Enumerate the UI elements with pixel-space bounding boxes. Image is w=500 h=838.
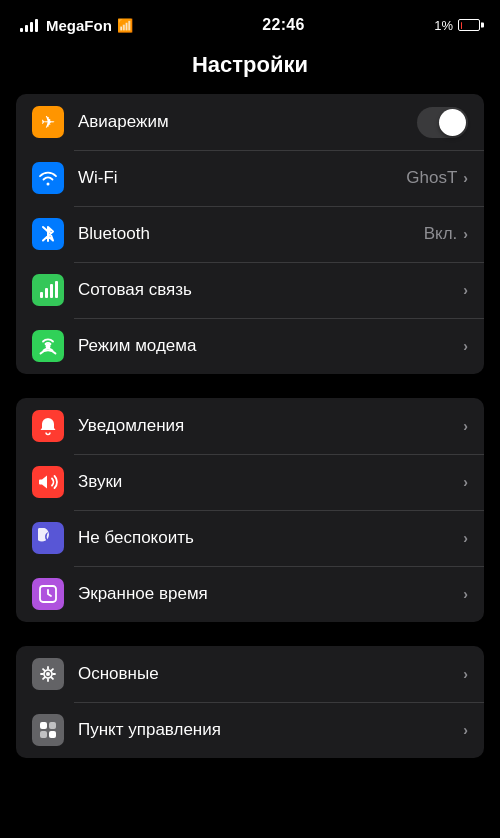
control-center-icon	[32, 714, 64, 746]
settings-item-dnd[interactable]: Не беспокоить ›	[16, 510, 484, 566]
bluetooth-chevron: ›	[463, 226, 468, 242]
airplane-label: Авиарежим	[78, 112, 417, 132]
sounds-chevron: ›	[463, 474, 468, 490]
general-chevron: ›	[463, 666, 468, 682]
airplane-toggle-knob	[439, 109, 466, 136]
svg-rect-2	[50, 284, 53, 298]
notifications-chevron: ›	[463, 418, 468, 434]
settings-item-control-center[interactable]: Пункт управления ›	[16, 702, 484, 758]
signal-bar-2	[25, 25, 28, 32]
status-time: 22:46	[262, 16, 304, 34]
wifi-icon	[32, 162, 64, 194]
settings-item-hotspot[interactable]: Режим модема ›	[16, 318, 484, 374]
general-icon	[32, 658, 64, 690]
svg-rect-10	[40, 731, 47, 738]
settings-item-airplane[interactable]: ✈ Авиарежим	[16, 94, 484, 150]
svg-rect-9	[49, 722, 56, 729]
bluetooth-label: Bluetooth	[78, 224, 424, 244]
signal-bars	[20, 19, 38, 32]
svg-rect-11	[49, 731, 56, 738]
svg-point-6	[46, 672, 50, 676]
signal-bar-4	[35, 19, 38, 32]
settings-item-general[interactable]: Основные ›	[16, 646, 484, 702]
hotspot-label: Режим модема	[78, 336, 463, 356]
settings-item-cellular[interactable]: Сотовая связь ›	[16, 262, 484, 318]
screentime-icon	[32, 578, 64, 610]
airplane-icon: ✈	[32, 106, 64, 138]
notifications-icon	[32, 410, 64, 442]
wifi-chevron: ›	[463, 170, 468, 186]
settings-item-notifications[interactable]: Уведомления ›	[16, 398, 484, 454]
bluetooth-value: Вкл.	[424, 224, 458, 244]
status-left: MegaFon 📶	[20, 17, 133, 34]
sounds-label: Звуки	[78, 472, 463, 492]
group-gap-1	[0, 382, 500, 398]
status-bar: MegaFon 📶 22:46 1%	[0, 0, 500, 44]
battery-percent: 1%	[434, 18, 453, 33]
status-right: 1%	[434, 18, 480, 33]
cellular-chevron: ›	[463, 282, 468, 298]
settings-group-notifications: Уведомления › Звуки › Не беспокоить ›	[16, 398, 484, 622]
control-center-chevron: ›	[463, 722, 468, 738]
bluetooth-icon	[32, 218, 64, 250]
settings-item-bluetooth[interactable]: Bluetooth Вкл. ›	[16, 206, 484, 262]
wifi-value: GhosT	[406, 168, 457, 188]
cellular-icon	[32, 274, 64, 306]
hotspot-chevron: ›	[463, 338, 468, 354]
svg-rect-3	[55, 281, 58, 298]
group-gap-2	[0, 630, 500, 646]
wifi-label: Wi-Fi	[78, 168, 406, 188]
settings-item-wifi[interactable]: Wi-Fi GhosT ›	[16, 150, 484, 206]
dnd-icon	[32, 522, 64, 554]
page-title: Настройки	[0, 44, 500, 94]
airplane-toggle[interactable]	[417, 107, 468, 138]
control-center-label: Пункт управления	[78, 720, 463, 740]
svg-rect-8	[40, 722, 47, 729]
sounds-icon	[32, 466, 64, 498]
notifications-label: Уведомления	[78, 416, 463, 436]
screentime-chevron: ›	[463, 586, 468, 602]
dnd-chevron: ›	[463, 530, 468, 546]
signal-bar-1	[20, 28, 23, 32]
settings-item-screentime[interactable]: Экранное время ›	[16, 566, 484, 622]
cellular-label: Сотовая связь	[78, 280, 463, 300]
screentime-label: Экранное время	[78, 584, 463, 604]
hotspot-icon	[32, 330, 64, 362]
general-label: Основные	[78, 664, 463, 684]
wifi-status-icon: 📶	[117, 18, 133, 33]
settings-group-connectivity: ✈ Авиарежим Wi-Fi GhosT › Bluetooth Вкл.…	[16, 94, 484, 374]
settings-group-general: Основные › Пункт управления ›	[16, 646, 484, 758]
dnd-label: Не беспокоить	[78, 528, 463, 548]
carrier-name: MegaFon	[46, 17, 112, 34]
signal-bar-3	[30, 22, 33, 32]
svg-rect-0	[40, 292, 43, 298]
svg-rect-1	[45, 288, 48, 298]
battery-icon	[458, 19, 480, 31]
settings-item-sounds[interactable]: Звуки ›	[16, 454, 484, 510]
battery-icon-container	[458, 19, 480, 31]
battery-fill	[461, 22, 462, 29]
